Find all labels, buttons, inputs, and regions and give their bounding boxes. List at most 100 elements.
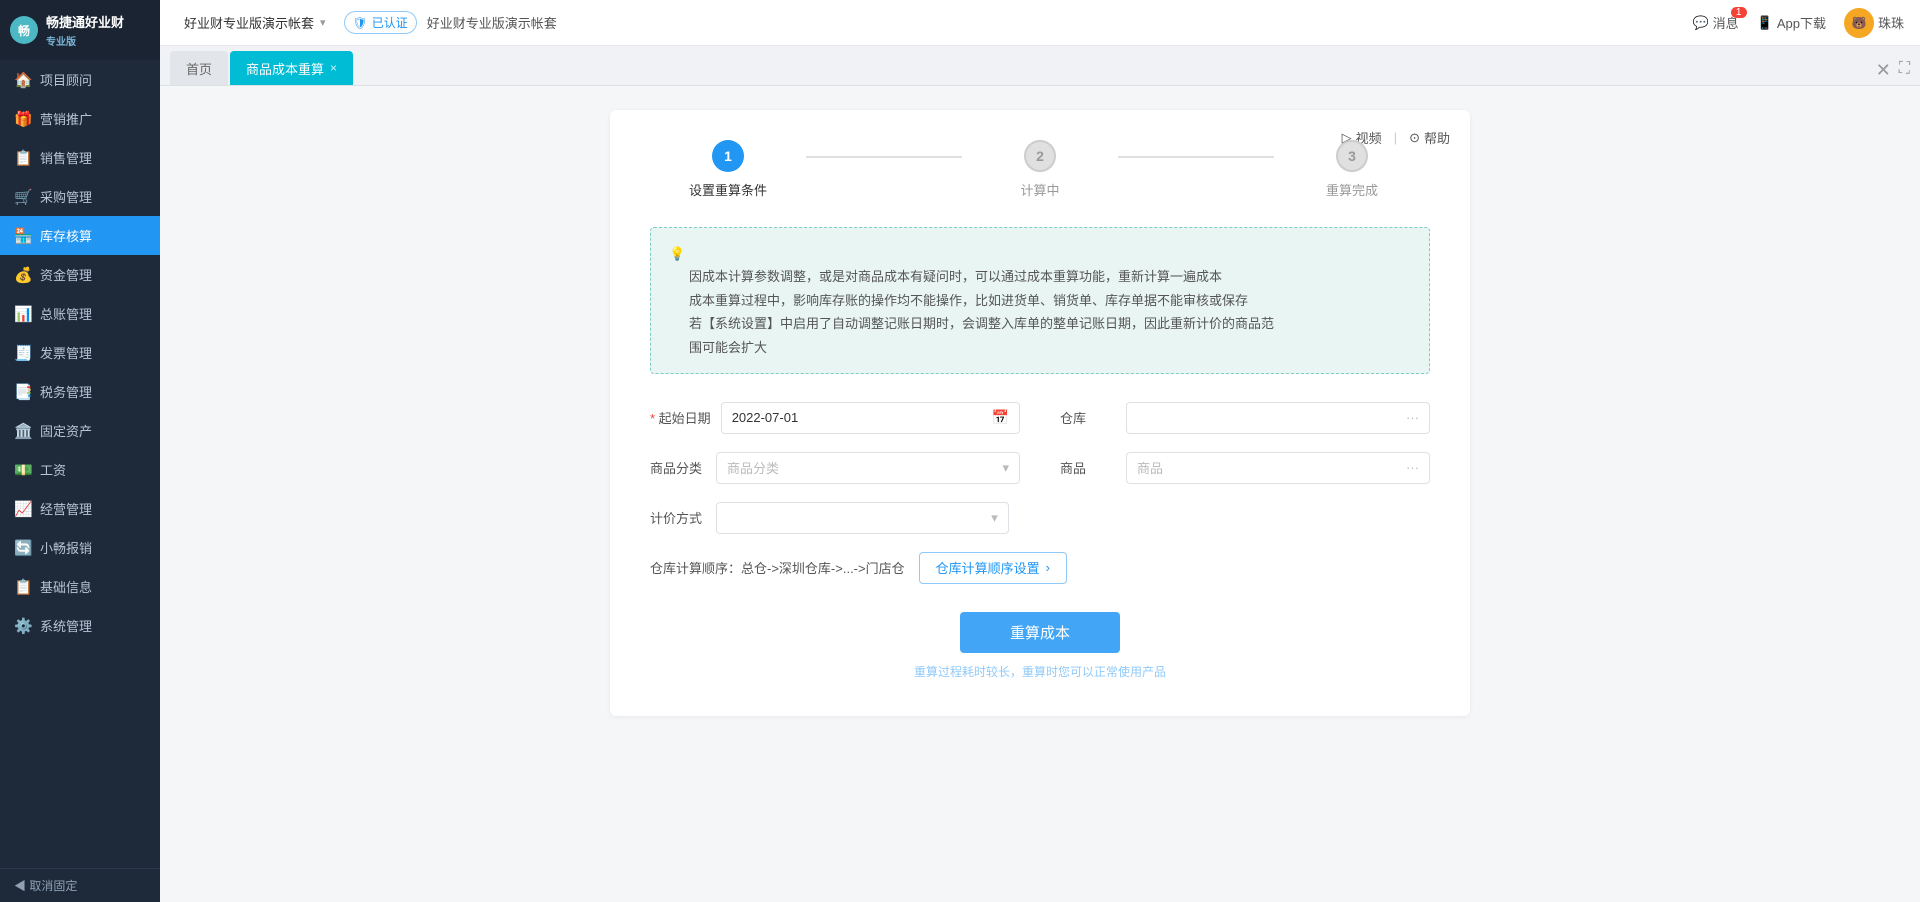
- sidebar-item-sales[interactable]: 📋 销售管理: [0, 138, 160, 177]
- sidebar-item-operation[interactable]: 📈经营管理: [0, 489, 160, 528]
- more-icon: ···: [1406, 410, 1419, 425]
- sidebar-item-accounting[interactable]: 📊总账管理: [0, 294, 160, 333]
- account-selector[interactable]: 好业财专业版演示帐套 ▾: [176, 9, 334, 36]
- accounting-icon: 📊: [14, 305, 32, 323]
- sidebar-item-invoice[interactable]: 🧾 发票管理: [0, 333, 160, 372]
- edition-badge: 专业版: [46, 33, 124, 48]
- sidebar-item-fixed[interactable]: 🏛️固定资产: [0, 411, 160, 450]
- info-box: 💡 因成本计算参数调整，或是对商品成本有疑问时，可以通过成本重算功能，重新计算一…: [650, 227, 1430, 374]
- price-method-select[interactable]: ▾: [716, 502, 1009, 534]
- recalc-section: 重算成本 重算过程耗时较长，重算时您可以正常使用产品: [650, 612, 1430, 680]
- sidebar-label-wage: 工资: [40, 460, 66, 479]
- category-select[interactable]: 商品分类 ▾: [716, 452, 1020, 484]
- notification-badge: 1: [1731, 7, 1747, 18]
- step-3-label: 重算完成: [1326, 180, 1378, 199]
- user-menu[interactable]: 🐻 珠珠: [1844, 8, 1904, 38]
- verified-account-name: 好业财专业版演示帐套: [427, 13, 557, 32]
- sidebar-unpin[interactable]: ◀ 取消固定: [0, 868, 160, 902]
- expand-panel-icon[interactable]: ⛶: [1899, 60, 1910, 81]
- calendar-icon: 📅: [992, 409, 1009, 426]
- sidebar-item-finance[interactable]: 💰资金管理: [0, 255, 160, 294]
- verified-badge: 🛡 已认证: [344, 11, 417, 34]
- sidebar-item-inventory[interactable]: 🏪 库存核算: [0, 216, 160, 255]
- price-method-label: 计价方式: [650, 508, 706, 527]
- info-line-0: 因成本计算参数调整，或是对商品成本有疑问时，可以通过成本重算功能，重新计算一遍成…: [689, 265, 1411, 288]
- step-1: 1 设置重算条件: [650, 140, 806, 199]
- goods-input[interactable]: 商品 ···: [1126, 452, 1430, 484]
- sales-icon: 📋: [14, 149, 32, 167]
- sidebar-item-purchase[interactable]: 🛒 采购管理: [0, 177, 160, 216]
- start-date-input[interactable]: 2022-07-01 📅: [721, 402, 1020, 434]
- sidebar-item-expense[interactable]: 🔄小畅报销: [0, 528, 160, 567]
- sidebar-label-sales: 销售管理: [40, 148, 92, 167]
- info-line-2: 若【系统设置】中启用了自动调整记账日期时，会调整入库单的整单记账日期，因此重新计…: [689, 312, 1411, 335]
- warehouse-label: 仓库: [1060, 408, 1116, 427]
- topbar-right: 💬 消息 1 📱 App下载 🐻 珠珠: [1692, 8, 1904, 38]
- category-row: 商品分类 商品分类 ▾: [650, 452, 1020, 484]
- start-date-row: * 起始日期 2022-07-01 📅: [650, 402, 1020, 434]
- chevron-down-icon: ▾: [1002, 460, 1009, 476]
- sidebar-label-system: 系统管理: [40, 616, 92, 635]
- chevron-down-icon: ▾: [991, 510, 998, 526]
- topbar: 好业财专业版演示帐套 ▾ 🛡 已认证 好业财专业版演示帐套 💬 消息 1 📱 A…: [160, 0, 1920, 46]
- operation-icon: 📈: [14, 500, 32, 518]
- fixed-icon: 🏛️: [14, 422, 32, 440]
- sidebar-item-tax[interactable]: 📑 税务管理: [0, 372, 160, 411]
- sidebar-label-expense: 小畅报销: [40, 538, 92, 557]
- warehouse-order-row: 仓库计算顺序：总仓->深圳仓库->...->门店仓 仓库计算顺序设置 ›: [650, 552, 1430, 584]
- sidebar-label-finance: 资金管理: [40, 265, 92, 284]
- tax-icon: 📑: [14, 383, 32, 401]
- price-method-row: 计价方式 ▾: [650, 502, 1009, 534]
- warehouse-order-btn[interactable]: 仓库计算顺序设置 ›: [919, 552, 1067, 584]
- step-2-label: 计算中: [1020, 180, 1059, 199]
- recalc-button[interactable]: 重算成本: [960, 612, 1120, 653]
- step-2-circle: 2: [1024, 140, 1056, 172]
- app-logo: 畅: [10, 16, 38, 44]
- app-name: 畅捷通好业财: [46, 12, 124, 31]
- message-icon: 💬: [1692, 15, 1708, 31]
- wizard-panel: ▷ 视频 | ⊙ 帮助 1 设置重算条件: [610, 110, 1470, 716]
- wizard-steps: 1 设置重算条件 2 计算中 3 重算完成: [650, 140, 1430, 199]
- avatar: 🐻: [1844, 8, 1874, 38]
- sidebar-scroll: 🏠 项目顾问 🎁 营销推广 📋 销售管理 🛒 采购管理 🏪 库存核算 💰资金管理📊总账管理 🧾 发票管理…: [0, 60, 160, 868]
- sidebar-header: 畅 畅捷通好业财 专业版: [0, 0, 160, 60]
- chevron-down-icon: ▾: [320, 16, 326, 29]
- tab-close-recalc[interactable]: ×: [330, 61, 337, 75]
- category-label: 商品分类: [650, 458, 706, 477]
- tab-label-recalc: 商品成本重算: [246, 59, 324, 78]
- goods-label: 商品: [1060, 458, 1116, 477]
- message-button[interactable]: 💬 消息 1: [1692, 13, 1738, 32]
- step-1-label: 设置重算条件: [689, 180, 767, 199]
- sidebar-label-invoice: 发票管理: [40, 343, 92, 362]
- form-grid: * 起始日期 2022-07-01 📅 仓库 ···: [650, 402, 1430, 484]
- basic-icon: 📋: [14, 578, 32, 596]
- sidebar-label-project: 项目顾问: [40, 70, 92, 89]
- sidebar-item-marketing[interactable]: 🎁 营销推广: [0, 99, 160, 138]
- sidebar-item-system[interactable]: ⚙️系统管理: [0, 606, 160, 645]
- sidebar-label-marketing: 营销推广: [40, 109, 92, 128]
- project-icon: 🏠: [14, 71, 32, 89]
- sidebar-item-wage[interactable]: 💵工资: [0, 450, 160, 489]
- sidebar: 畅 畅捷通好业财 专业版 🏠 项目顾问 🎁 营销推广 📋 销售管理 🛒 采购管理 🏪 库存核算 💰资…: [0, 0, 160, 902]
- shield-icon: 🛡: [353, 16, 368, 30]
- tab-home[interactable]: 首页: [170, 51, 228, 85]
- purchase-icon: 🛒: [14, 188, 32, 206]
- marketing-icon: 🎁: [14, 110, 32, 128]
- step-3-circle: 3: [1336, 140, 1368, 172]
- info-line-3: 围可能会扩大: [689, 336, 1411, 359]
- close-panel-icon[interactable]: ✕: [1876, 60, 1891, 81]
- sidebar-label-tax: 税务管理: [40, 382, 92, 401]
- tab-recalc[interactable]: 商品成本重算 ×: [230, 51, 353, 85]
- inventory-icon: 🏪: [14, 227, 32, 245]
- account-name: 好业财专业版演示帐套: [184, 13, 314, 32]
- sidebar-item-project[interactable]: 🏠 项目顾问: [0, 60, 160, 99]
- warehouse-input[interactable]: ···: [1126, 402, 1430, 434]
- invoice-icon: 🧾: [14, 344, 32, 362]
- sidebar-label-purchase: 采购管理: [40, 187, 92, 206]
- sidebar-item-basic[interactable]: 📋基础信息: [0, 567, 160, 606]
- lightbulb-icon: 💡: [669, 246, 685, 261]
- start-date-label: * 起始日期: [650, 408, 711, 427]
- sidebar-label-inventory: 库存核算: [40, 226, 92, 245]
- tab-label-home: 首页: [186, 59, 212, 78]
- app-download-button[interactable]: 📱 App下载: [1757, 13, 1826, 32]
